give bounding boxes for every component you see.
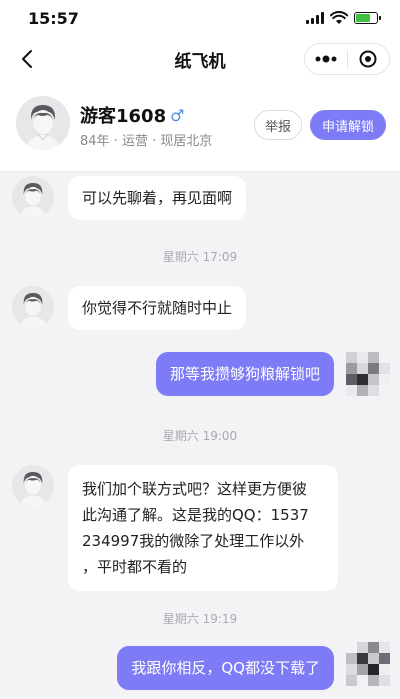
- contact-avatar[interactable]: [12, 286, 54, 328]
- message-bubble-outgoing[interactable]: 我跟你相反，QQ都没下载了: [117, 646, 334, 690]
- more-dots-icon: [315, 55, 337, 63]
- miniprogram-capsule: [304, 43, 390, 75]
- profile-meta: 84年 · 运营 · 现居北京: [80, 134, 213, 149]
- contact-avatar[interactable]: [12, 176, 54, 218]
- default-avatar-icon: [12, 286, 54, 328]
- target-circle-icon: [359, 50, 377, 68]
- profile-name: 游客1608: [80, 106, 167, 127]
- chat-area[interactable]: 可以先聊着，再见面啊 星期六 17:09 你觉得不行就随时中止 那等我攒够狗粮解…: [0, 172, 400, 699]
- avatar[interactable]: [16, 96, 70, 150]
- battery-icon: [354, 12, 381, 24]
- nav-bar: 纸飞机: [0, 36, 400, 82]
- message-timestamp: 星期六 17:09: [162, 250, 238, 264]
- chevron-left-icon: [22, 50, 32, 68]
- close-miniprogram-button[interactable]: [348, 44, 390, 74]
- default-avatar-icon: [16, 96, 70, 150]
- message-bubble-outgoing[interactable]: 那等我攒够狗粮解锁吧: [155, 352, 334, 396]
- request-unlock-button[interactable]: 申请解锁: [310, 110, 386, 140]
- page-title: 纸飞机: [174, 51, 226, 72]
- default-avatar-icon: [12, 176, 54, 218]
- self-avatar-mosaic[interactable]: [346, 642, 390, 686]
- message-timestamp: 星期六 19:00: [162, 429, 238, 443]
- report-button[interactable]: 举报: [254, 110, 302, 140]
- male-icon: ♂: [170, 105, 185, 125]
- message-bubble-incoming[interactable]: 我们加个联方式吧？这样更方便彼 此沟通了解。这是我的QQ：1537 234997…: [68, 465, 338, 591]
- status-time: 15:57: [28, 8, 79, 28]
- status-bar: 15:57: [0, 0, 400, 36]
- message-line: 此沟通了解。这是我的QQ：1537: [82, 506, 309, 524]
- message-bubble-incoming[interactable]: 你觉得不行就随时中止: [68, 286, 247, 330]
- default-avatar-icon: [12, 465, 54, 507]
- message-line: 234997我的微除了处理工作以外: [82, 532, 305, 550]
- status-icons: [306, 11, 381, 25]
- more-button[interactable]: [305, 44, 347, 74]
- message-bubble-incoming[interactable]: 可以先聊着，再见面啊: [68, 176, 247, 220]
- message-line: 我们加个联方式吧？这样更方便彼: [82, 480, 308, 498]
- wifi-icon: [330, 11, 348, 24]
- back-button[interactable]: [12, 44, 42, 74]
- message-timestamp: 星期六 19:19: [162, 612, 238, 626]
- profile-header: 游客1608 ♂ 84年 · 运营 · 现居北京 举报 申请解锁: [0, 82, 400, 172]
- self-avatar-mosaic[interactable]: [346, 352, 390, 396]
- signal-icon: [306, 12, 324, 24]
- profile-name-row: 游客1608 ♂: [80, 102, 184, 128]
- contact-avatar[interactable]: [12, 465, 54, 507]
- message-line: ，平时都不看的: [82, 558, 188, 576]
